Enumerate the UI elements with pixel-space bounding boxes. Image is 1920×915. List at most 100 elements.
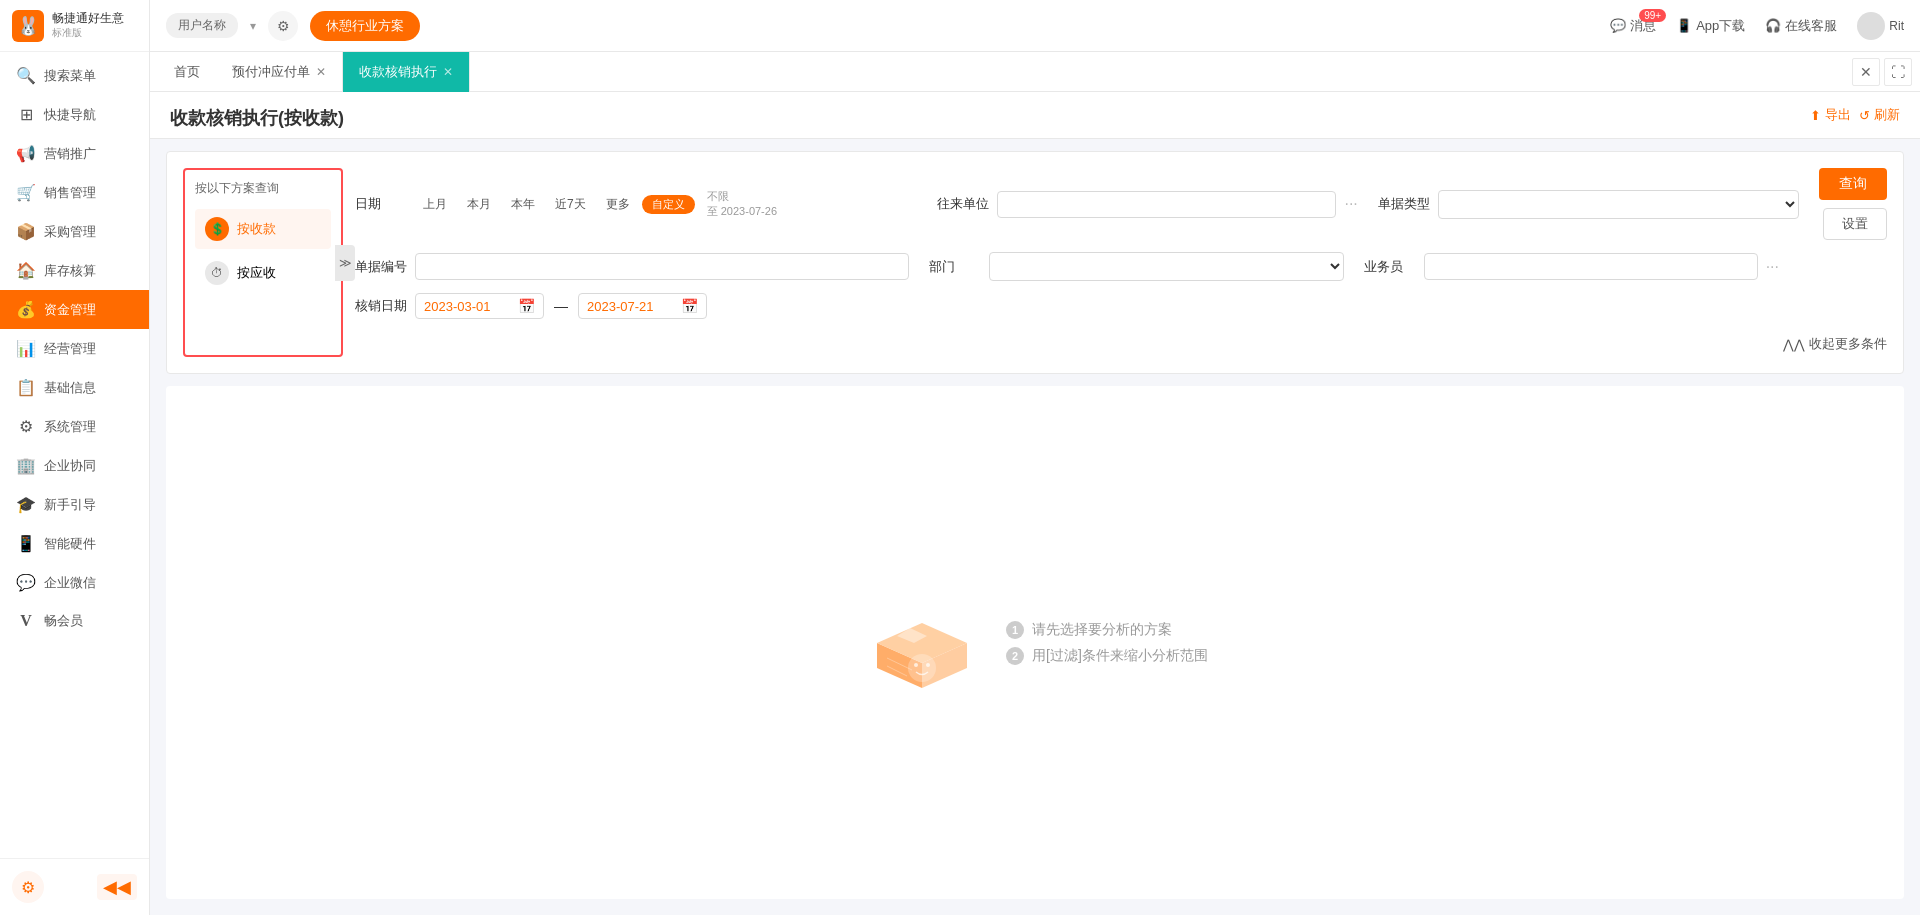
empty-svg-icon [862,583,982,703]
staff-input[interactable] [1424,253,1758,280]
empty-tip-1: 1 请先选择要分析的方案 [1006,621,1208,639]
topbar-gear-btn[interactable]: ⚙ [268,11,298,41]
staff-label: 业务员 [1364,258,1416,276]
tab-prepay[interactable]: 预付冲应付单 ✕ [216,52,343,92]
sidebar-item-sales[interactable]: 🛒 销售管理 [0,173,149,212]
mobile-icon: 📱 [1676,18,1692,33]
sidebar-item-vip[interactable]: V 畅会员 [0,602,149,640]
action-btns: 查询 设置 [1819,168,1887,240]
writeoff-end-input[interactable] [587,299,677,314]
topbar-app-download-btn[interactable]: 📱 App下载 [1676,17,1745,35]
sidebar-item-newbie[interactable]: 🎓 新手引导 [0,485,149,524]
sidebar-item-label: 采购管理 [44,223,96,241]
query-panel-collapse-btn[interactable]: ≫ [335,245,355,281]
writeoff-start-input[interactable] [424,299,514,314]
sales-icon: 🛒 [16,183,36,202]
sidebar-item-smart-hw[interactable]: 📱 智能硬件 [0,524,149,563]
newbie-icon: 🎓 [16,495,36,514]
biz-icon: 📊 [16,339,36,358]
topbar-message-btn[interactable]: 💬 消息 99+ [1610,17,1656,35]
query-panel: 按以下方案查询 💲 按收款 ⏱ 按应收 ≫ [183,168,343,357]
no-limit-to: 至 2023-07-26 [707,204,777,219]
query-option-by-receipt[interactable]: 💲 按收款 [195,209,331,249]
writeoff-end-cal-icon[interactable]: 📅 [681,298,698,314]
receipt-option-icon: 💲 [205,217,229,241]
export-btn[interactable]: ⬆ 导出 [1810,106,1851,124]
sidebar-item-marketing[interactable]: 📢 营销推广 [0,134,149,173]
counterparty-more-icon[interactable]: ··· [1344,195,1357,213]
dept-select[interactable] [989,252,1344,281]
sidebar-item-enterprise[interactable]: 🏢 企业协同 [0,446,149,485]
sidebar-item-biz-mgmt[interactable]: 📊 经营管理 [0,329,149,368]
staff-more-icon[interactable]: ··· [1766,258,1779,276]
tab-receipt-writeoff[interactable]: 收款核销执行 ✕ [343,52,470,92]
collapse-more-label: 收起更多条件 [1809,335,1887,353]
industry-solution-btn[interactable]: 休憩行业方案 [310,11,420,41]
tabbar-right-controls: ✕ ⛶ [1852,58,1920,86]
date-btn-this-year[interactable]: 本年 [503,193,543,216]
app-logo: 🐰 畅捷通好生意 标准版 [0,0,149,52]
query-panel-title: 按以下方案查询 [195,180,331,197]
page-header: 收款核销执行(按收款) ⬆ 导出 ↺ 刷新 [150,92,1920,139]
date-label: 日期 [355,195,407,213]
sidebar-nav: 🔍 搜索菜单 ⊞ 快捷导航 📢 营销推广 🛒 销售管理 📦 采购管理 🏠 库存核… [0,52,149,858]
sidebar-item-finance[interactable]: 💰 资金管理 [0,290,149,329]
writeoff-date-range: 📅 — 📅 [415,293,707,319]
sidebar-item-sys-mgmt[interactable]: ⚙ 系统管理 [0,407,149,446]
sidebar-item-label: 新手引导 [44,496,96,514]
purchase-icon: 📦 [16,222,36,241]
sidebar-item-search[interactable]: 🔍 搜索菜单 [0,56,149,95]
topbar-service-btn[interactable]: 🎧 在线客服 [1765,17,1837,35]
app-download-label: App下载 [1696,17,1745,35]
date-btn-last-month[interactable]: 上月 [415,193,455,216]
query-btn[interactable]: 查询 [1819,168,1887,200]
settings-bottom-btn[interactable]: ⚙ [12,871,44,903]
date-shortcut-btns: 上月 本月 本年 近7天 更多 自定义 [415,193,695,216]
refresh-btn[interactable]: ↺ 刷新 [1859,106,1900,124]
headset-icon: 🎧 [1765,18,1781,33]
query-option-by-receivable[interactable]: ⏱ 按应收 [195,253,331,293]
counterparty-input[interactable] [997,191,1337,218]
sidebar-item-wechat[interactable]: 💬 企业微信 [0,563,149,602]
sidebar-collapse-btn[interactable]: ◀◀ [97,874,137,900]
sidebar-item-quick-nav[interactable]: ⊞ 快捷导航 [0,95,149,134]
app-sub: 标准版 [52,26,124,40]
export-label: 导出 [1825,106,1851,124]
sidebar-item-basic-info[interactable]: 📋 基础信息 [0,368,149,407]
empty-tips: 1 请先选择要分析的方案 2 用[过滤]条件来缩小分析范围 [1006,621,1208,665]
filter-group-dept: 部门 [929,252,1344,281]
tab-close-btn[interactable]: ✕ [1852,58,1880,86]
sidebar-item-label: 销售管理 [44,184,96,202]
wechat-icon: 💬 [16,573,36,592]
receipt-option-label: 按收款 [237,220,276,238]
no-limit-label: 不限 [707,189,777,204]
date-btn-this-month[interactable]: 本月 [459,193,499,216]
tab-prepay-close-icon[interactable]: ✕ [316,65,326,79]
sidebar-item-label: 企业协同 [44,457,96,475]
tab-receipt-close-icon[interactable]: ✕ [443,65,453,79]
tab-home[interactable]: 首页 [158,52,216,92]
doc-type-select[interactable] [1438,190,1799,219]
topbar-user-info[interactable]: Rit [1857,12,1904,40]
sidebar-item-purchase[interactable]: 📦 采购管理 [0,212,149,251]
date-btn-7days[interactable]: 近7天 [547,193,594,216]
tab-fullscreen-btn[interactable]: ⛶ [1884,58,1912,86]
doc-no-input[interactable] [415,253,909,280]
search-icon: 🔍 [16,66,36,85]
dropdown-arrow-icon[interactable]: ▾ [250,19,256,33]
setting-btn[interactable]: 设置 [1823,208,1887,240]
empty-state: 1 请先选择要分析的方案 2 用[过滤]条件来缩小分析范围 [166,386,1904,899]
filter-fields: 日期 上月 本月 本年 近7天 更多 自定义 不限 至 2023-07-26 [355,168,1887,357]
page-title: 收款核销执行(按收款) [170,106,1810,130]
filter-row-1: 日期 上月 本月 本年 近7天 更多 自定义 不限 至 2023-07-26 [355,168,1887,240]
username-label: Rit [1889,19,1904,33]
date-btn-more[interactable]: 更多 [598,193,638,216]
date-btn-custom[interactable]: 自定义 [642,195,695,214]
sidebar-item-inventory[interactable]: 🏠 库存核算 [0,251,149,290]
writeoff-start-cal-icon[interactable]: 📅 [518,298,535,314]
finance-icon: 💰 [16,300,36,319]
tab-home-label: 首页 [174,63,200,81]
svg-point-4 [908,654,936,682]
collapse-more-btn[interactable]: ⋀⋀ 收起更多条件 [355,331,1887,357]
topbar-user: 用户名称 [166,13,238,38]
